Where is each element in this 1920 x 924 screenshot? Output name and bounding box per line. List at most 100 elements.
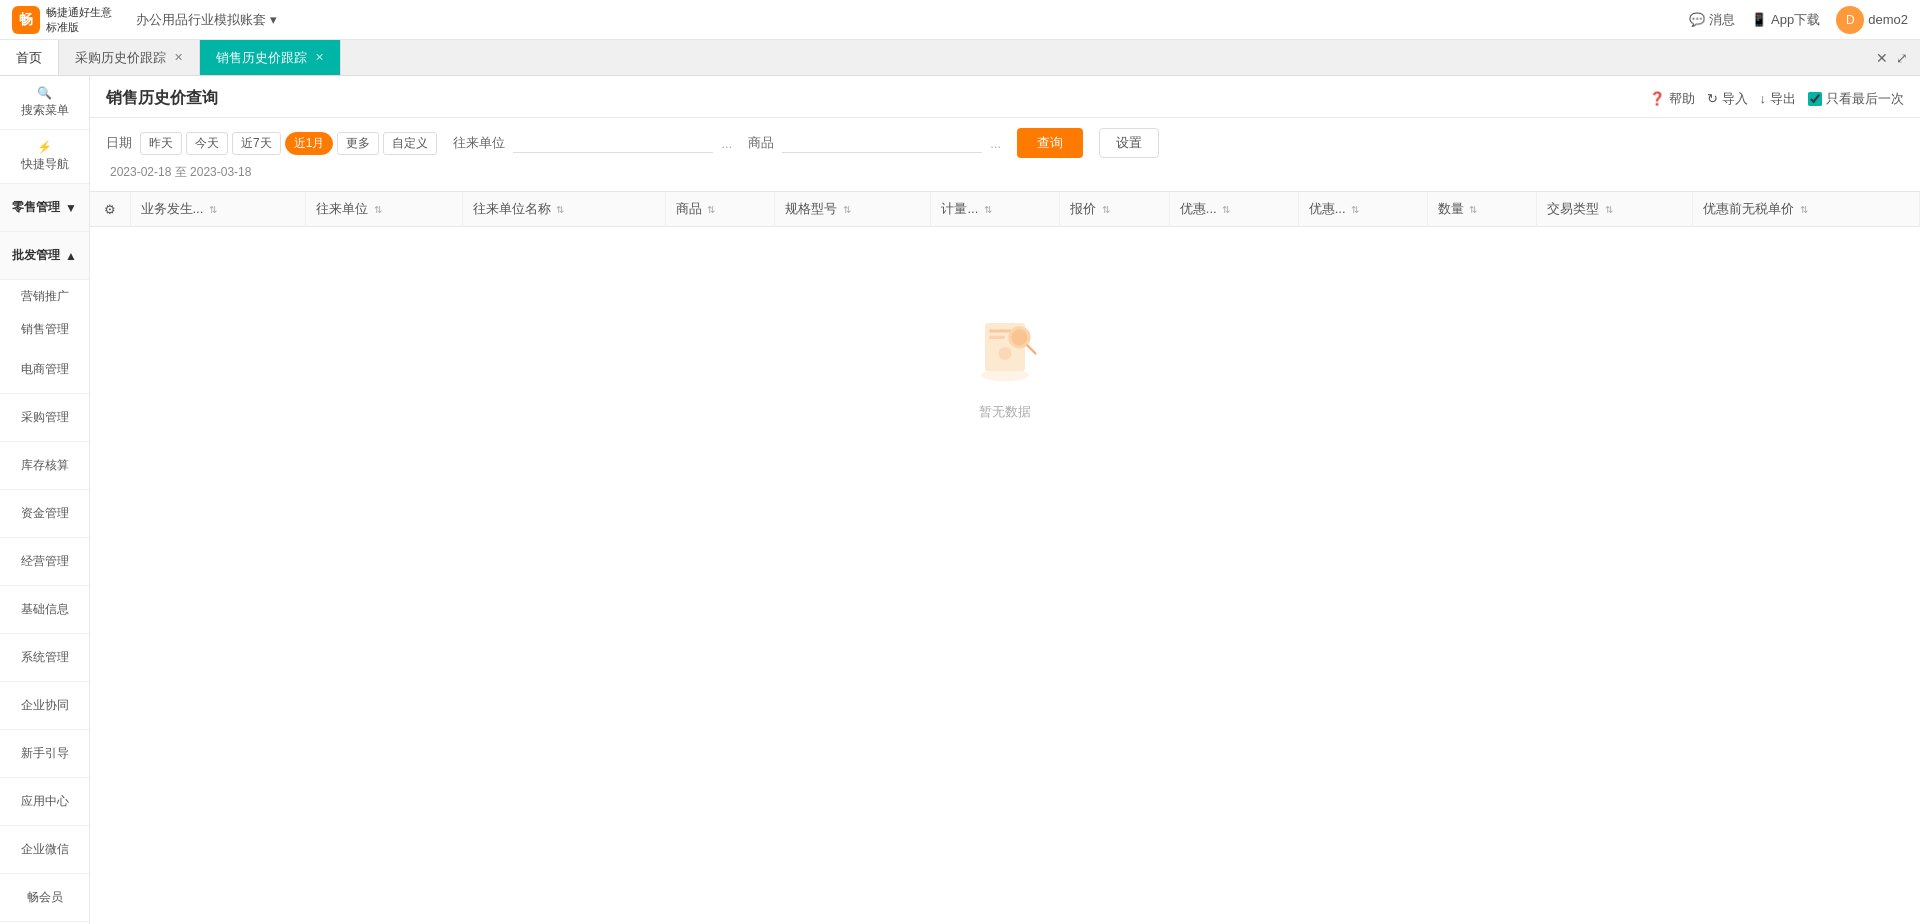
sidebar-item-wholesale-mgmt[interactable]: 批发管理 ▲ xyxy=(0,232,89,280)
download-icon: 📱 xyxy=(1751,12,1767,27)
date-btn-custom[interactable]: 自定义 xyxy=(383,132,437,155)
date-buttons: 昨天 今天 近7天 近1月 更多 自定义 xyxy=(140,132,437,155)
svg-line-6 xyxy=(1027,345,1035,353)
goods-input[interactable] xyxy=(782,133,982,153)
tab-sales-history-close[interactable]: ✕ xyxy=(315,51,324,64)
logo-text: 畅捷通好生意 标准版 xyxy=(46,5,112,34)
close-window-button[interactable]: ✕ xyxy=(1876,50,1888,66)
date-btn-1month[interactable]: 近1月 xyxy=(285,132,334,155)
main-layout: 🔍 搜索菜单 ⚡ 快捷导航 零售管理 ▼ 批发管理 ▲ 营销推广 销售管理 电商… xyxy=(0,76,1920,924)
sort-icon-counterparty-name: ⇅ xyxy=(556,204,564,215)
sort-icon-trade-type: ⇅ xyxy=(1605,204,1613,215)
help-button[interactable]: ❓ 帮助 xyxy=(1649,90,1695,108)
sidebar-item-purchase-mgmt[interactable]: 采购管理 xyxy=(0,394,89,442)
sort-icon-unit: ⇅ xyxy=(984,204,992,215)
sidebar-item-guide[interactable]: 新手引导 xyxy=(0,730,89,778)
counterparty-input[interactable] xyxy=(513,133,713,153)
th-counterparty-code[interactable]: 往来单位 ⇅ xyxy=(306,192,462,227)
export-button[interactable]: ↓ 导出 xyxy=(1760,90,1797,108)
export-icon: ↓ xyxy=(1760,91,1767,106)
sidebar-item-enterprise[interactable]: 企业协同 xyxy=(0,682,89,730)
page-title: 销售历史价查询 xyxy=(106,88,218,109)
only-last-checkbox[interactable]: 只看最后一次 xyxy=(1808,90,1904,108)
tab-purchase-history-close[interactable]: ✕ xyxy=(174,51,183,64)
sort-icon-counterparty-code: ⇅ xyxy=(374,204,382,215)
quick-nav-icon: ⚡ xyxy=(37,140,52,154)
sidebar-item-app-center[interactable]: 应用中心 xyxy=(0,778,89,826)
date-btn-7days[interactable]: 近7天 xyxy=(232,132,281,155)
sidebar-item-finance[interactable]: 资金管理 xyxy=(0,490,89,538)
th-discount2[interactable]: 优惠... ⇅ xyxy=(1298,192,1427,227)
sidebar-item-system[interactable]: 系统管理 xyxy=(0,634,89,682)
th-discount1[interactable]: 优惠... ⇅ xyxy=(1169,192,1298,227)
counterparty-filter-group: 往来单位 ... xyxy=(453,133,732,153)
app-download-button[interactable]: 📱 App下载 xyxy=(1751,11,1820,29)
search-button[interactable]: 查询 xyxy=(1017,128,1083,158)
counterparty-label: 往来单位 xyxy=(453,134,505,152)
sidebar-item-basic-info[interactable]: 基础信息 xyxy=(0,586,89,634)
sort-icon-goods: ⇅ xyxy=(707,204,715,215)
chevron-up-icon: ▲ xyxy=(65,249,77,263)
content-area: 销售历史价查询 ❓ 帮助 ↻ 导入 ↓ 导出 只看最后一次 xyxy=(90,76,1920,924)
sidebar-item-retail-mgmt[interactable]: 零售管理 ▼ xyxy=(0,184,89,232)
settings-icon: ⚙ xyxy=(104,202,116,217)
sidebar-item-wechat[interactable]: 企业微信 xyxy=(0,826,89,874)
sidebar-item-member[interactable]: 畅会员 xyxy=(0,874,89,922)
date-btn-today[interactable]: 今天 xyxy=(186,132,228,155)
user-menu[interactable]: D demo2 xyxy=(1836,6,1908,34)
th-spec[interactable]: 规格型号 ⇅ xyxy=(775,192,931,227)
page-header-actions: ❓ 帮助 ↻ 导入 ↓ 导出 只看最后一次 xyxy=(1649,90,1905,108)
sort-icon-pretax-price: ⇅ xyxy=(1800,204,1808,215)
sidebar: 🔍 搜索菜单 ⚡ 快捷导航 零售管理 ▼ 批发管理 ▲ 营销推广 销售管理 电商… xyxy=(0,76,90,924)
import-button[interactable]: ↻ 导入 xyxy=(1707,90,1748,108)
sort-icon-discount1: ⇅ xyxy=(1222,204,1230,215)
svg-point-5 xyxy=(1011,329,1027,345)
th-pretax-price[interactable]: 优惠前无税单价 ⇅ xyxy=(1693,192,1920,227)
tab-bar-controls: ✕ ⤢ xyxy=(1864,40,1920,75)
empty-state-row: 暂无数据 xyxy=(90,227,1920,502)
sidebar-item-search-menu[interactable]: 🔍 搜索菜单 xyxy=(0,76,89,130)
maximize-button[interactable]: ⤢ xyxy=(1896,50,1908,66)
th-goods[interactable]: 商品 ⇅ xyxy=(665,192,774,227)
table-area: ⚙ 业务发生... ⇅ 往来单位 ⇅ 往来单位名称 ⇅ xyxy=(90,192,1920,924)
counterparty-dots: ... xyxy=(721,136,732,151)
help-icon: ❓ xyxy=(1649,91,1665,106)
date-btn-more[interactable]: 更多 xyxy=(337,132,379,155)
workspace-selector[interactable]: 办公用品行业模拟账套 ▾ xyxy=(136,11,277,29)
th-biz-date[interactable]: 业务发生... ⇅ xyxy=(130,192,306,227)
tab-sales-history[interactable]: 销售历史价跟踪 ✕ xyxy=(200,40,341,75)
th-unit[interactable]: 计量... ⇅ xyxy=(931,192,1060,227)
only-last-input[interactable] xyxy=(1808,92,1822,106)
table-header: ⚙ 业务发生... ⇅ 往来单位 ⇅ 往来单位名称 ⇅ xyxy=(90,192,1920,227)
sidebar-item-operations[interactable]: 经营管理 xyxy=(0,538,89,586)
settings-button[interactable]: 设置 xyxy=(1099,128,1159,158)
date-label: 日期 xyxy=(106,134,132,152)
date-range-display: 2023-02-18 至 2023-03-18 xyxy=(110,164,251,181)
empty-state-cell: 暂无数据 xyxy=(90,227,1920,502)
empty-text: 暂无数据 xyxy=(979,403,1031,421)
th-trade-type[interactable]: 交易类型 ⇅ xyxy=(1537,192,1693,227)
message-button[interactable]: 💬 消息 xyxy=(1689,11,1735,29)
th-counterparty-name[interactable]: 往来单位名称 ⇅ xyxy=(462,192,665,227)
tab-purchase-history[interactable]: 采购历史价跟踪 ✕ xyxy=(59,40,200,75)
sidebar-item-quick-nav[interactable]: ⚡ 快捷导航 xyxy=(0,130,89,184)
sidebar-item-inventory[interactable]: 库存核算 xyxy=(0,442,89,490)
avatar: D xyxy=(1836,6,1864,34)
data-table: ⚙ 业务发生... ⇅ 往来单位 ⇅ 往来单位名称 ⇅ xyxy=(90,192,1920,501)
th-settings[interactable]: ⚙ xyxy=(90,192,130,227)
th-quoted-price[interactable]: 报价 ⇅ xyxy=(1060,192,1169,227)
tab-bar: 首页 采购历史价跟踪 ✕ 销售历史价跟踪 ✕ ✕ ⤢ xyxy=(0,40,1920,76)
logo-area: 畅 畅捷通好生意 标准版 xyxy=(12,5,112,34)
import-icon: ↻ xyxy=(1707,91,1718,106)
tab-home[interactable]: 首页 xyxy=(0,40,59,75)
sort-icon-quantity: ⇅ xyxy=(1469,204,1477,215)
date-btn-yesterday[interactable]: 昨天 xyxy=(140,132,182,155)
svg-rect-2 xyxy=(989,329,1013,332)
sidebar-item-sales-mgmt[interactable]: 销售管理 xyxy=(0,313,89,346)
sidebar-item-ecommerce[interactable]: 电商管理 xyxy=(0,346,89,394)
th-quantity[interactable]: 数量 ⇅ xyxy=(1427,192,1536,227)
top-bar: 畅 畅捷通好生意 标准版 办公用品行业模拟账套 ▾ 💬 消息 📱 App下载 D… xyxy=(0,0,1920,40)
chevron-down-icon: ▼ xyxy=(65,201,77,215)
sidebar-item-marketing[interactable]: 营销推广 xyxy=(0,280,89,313)
goods-label: 商品 xyxy=(748,134,774,152)
